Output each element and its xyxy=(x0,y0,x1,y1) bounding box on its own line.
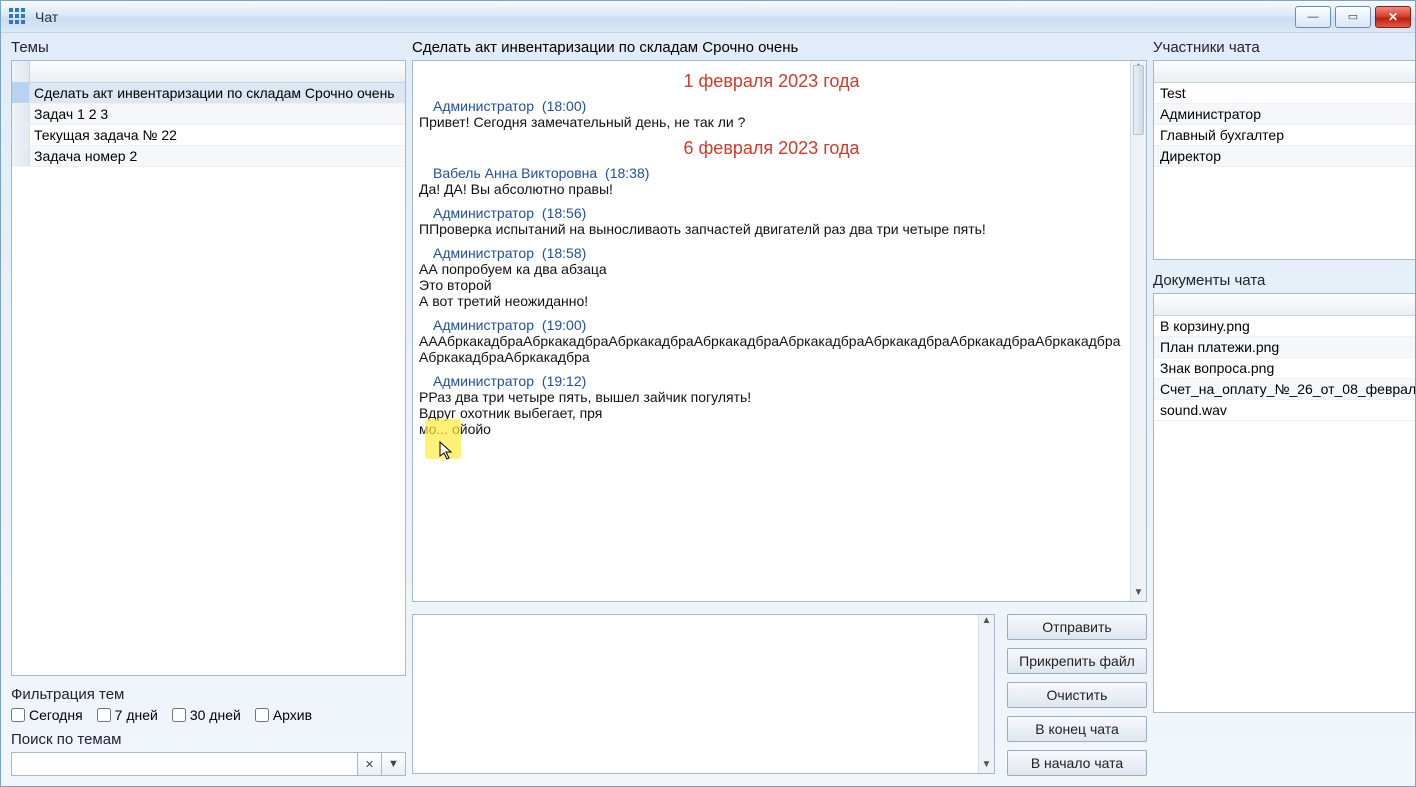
chat-vscroll[interactable]: ▲ ▼ xyxy=(1130,61,1146,601)
chat-column: Сделать акт инвентаризации по складам Ср… xyxy=(412,39,1147,776)
chat-scroll[interactable]: 1 февраля 2023 года Администратор (18:00)… xyxy=(413,61,1130,601)
docs-listbox[interactable]: В корзину.pngПлан платежи.pngЗнак вопрос… xyxy=(1153,293,1415,713)
chat-message: Вабель Анна Викторовна (18:38)Да! ДА! Вы… xyxy=(419,165,1124,197)
doc-row[interactable]: План платежи.png xyxy=(1154,337,1415,358)
topic-row[interactable]: Задач 1 2 3 xyxy=(12,104,405,125)
doc-row[interactable]: Знак вопроса.png xyxy=(1154,358,1415,379)
to-end-button[interactable]: В конец чата xyxy=(1007,716,1147,742)
topics-label: Темы xyxy=(11,39,406,56)
search-clear-button[interactable]: ✕ xyxy=(358,752,382,776)
filter-check[interactable]: Сегодня xyxy=(11,707,83,723)
clear-button[interactable]: Очистить xyxy=(1007,682,1147,708)
chat-heading: Сделать акт инвентаризации по складам Ср… xyxy=(412,39,1147,56)
chat-message: Администратор (18:56)ППроверка испытаний… xyxy=(419,205,1124,237)
topic-search-input[interactable] xyxy=(11,752,358,776)
chat-message: Администратор (18:00)Привет! Сегодня зам… xyxy=(419,98,1124,130)
participants-listbox[interactable]: TestАдминистраторГлавный бухгалтерДирект… xyxy=(1153,60,1415,260)
participant-row[interactable]: Директор xyxy=(1154,146,1415,167)
filter-check[interactable]: Архив xyxy=(255,707,312,723)
topics-listbox[interactable]: Сделать акт инвентаризации по складам Ср… xyxy=(11,60,406,676)
topics-hscroll[interactable]: ◄► xyxy=(12,675,405,676)
titlebar: Чат — ▭ ✕ xyxy=(1,1,1415,33)
topic-row[interactable]: Текущая задача № 22 xyxy=(12,125,405,146)
topic-row[interactable]: Сделать акт инвентаризации по складам Ср… xyxy=(12,83,405,104)
minimize-button[interactable]: — xyxy=(1295,6,1331,28)
filter-label: Фильтрация тем xyxy=(11,686,406,703)
chat-pane: 1 февраля 2023 года Администратор (18:00)… xyxy=(412,60,1147,602)
doc-row[interactable]: sound.wav xyxy=(1154,400,1415,421)
search-dropdown-button[interactable]: ▼ xyxy=(382,752,406,776)
topic-row[interactable]: Задача номер 2 xyxy=(12,146,405,167)
doc-row[interactable]: В корзину.png xyxy=(1154,316,1415,337)
participant-row[interactable]: Главный бухгалтер xyxy=(1154,125,1415,146)
chat-window: Чат — ▭ ✕ Темы Сделать акт инвентаризаци… xyxy=(0,0,1416,787)
date-separator: 1 февраля 2023 года xyxy=(419,71,1124,92)
participant-row[interactable]: Администратор xyxy=(1154,104,1415,125)
filter-check[interactable]: 7 дней xyxy=(97,707,158,723)
compose-box: ▲ ▼ xyxy=(412,614,995,774)
chat-message: Администратор (19:12)РРаз два три четыре… xyxy=(419,373,1124,437)
filter-check[interactable]: 30 дней xyxy=(172,707,241,723)
search-label: Поиск по темам xyxy=(11,731,406,748)
docs-label: Документы чата xyxy=(1153,272,1415,289)
participant-row[interactable]: Test xyxy=(1154,83,1415,104)
window-title: Чат xyxy=(35,9,1295,25)
maximize-button[interactable]: ▭ xyxy=(1335,6,1371,28)
chat-message: Администратор (18:58)АА попробуем ка два… xyxy=(419,245,1124,309)
participants-label: Участники чата xyxy=(1153,39,1415,56)
close-button[interactable]: ✕ xyxy=(1375,6,1411,28)
mouse-cursor-icon xyxy=(439,441,455,461)
to-start-button[interactable]: В начало чата xyxy=(1007,750,1147,776)
chat-message: Администратор (19:00)АААбркакадбраАбркак… xyxy=(419,317,1124,365)
compose-input[interactable] xyxy=(413,615,978,773)
date-separator: 6 февраля 2023 года xyxy=(419,138,1124,159)
right-column: Участники чата TestАдминистраторГлавный … xyxy=(1153,39,1415,776)
send-button[interactable]: Отправить xyxy=(1007,614,1147,640)
compose-vscroll[interactable]: ▲ ▼ xyxy=(978,615,994,773)
doc-row[interactable]: Счет_на_оплату_№_26_от_08_февраля_2023.p… xyxy=(1154,379,1415,400)
topics-column: Темы Сделать акт инвентаризации по склад… xyxy=(11,39,406,776)
attach-button[interactable]: Прикрепить файл xyxy=(1007,648,1147,674)
app-icon xyxy=(9,8,27,26)
